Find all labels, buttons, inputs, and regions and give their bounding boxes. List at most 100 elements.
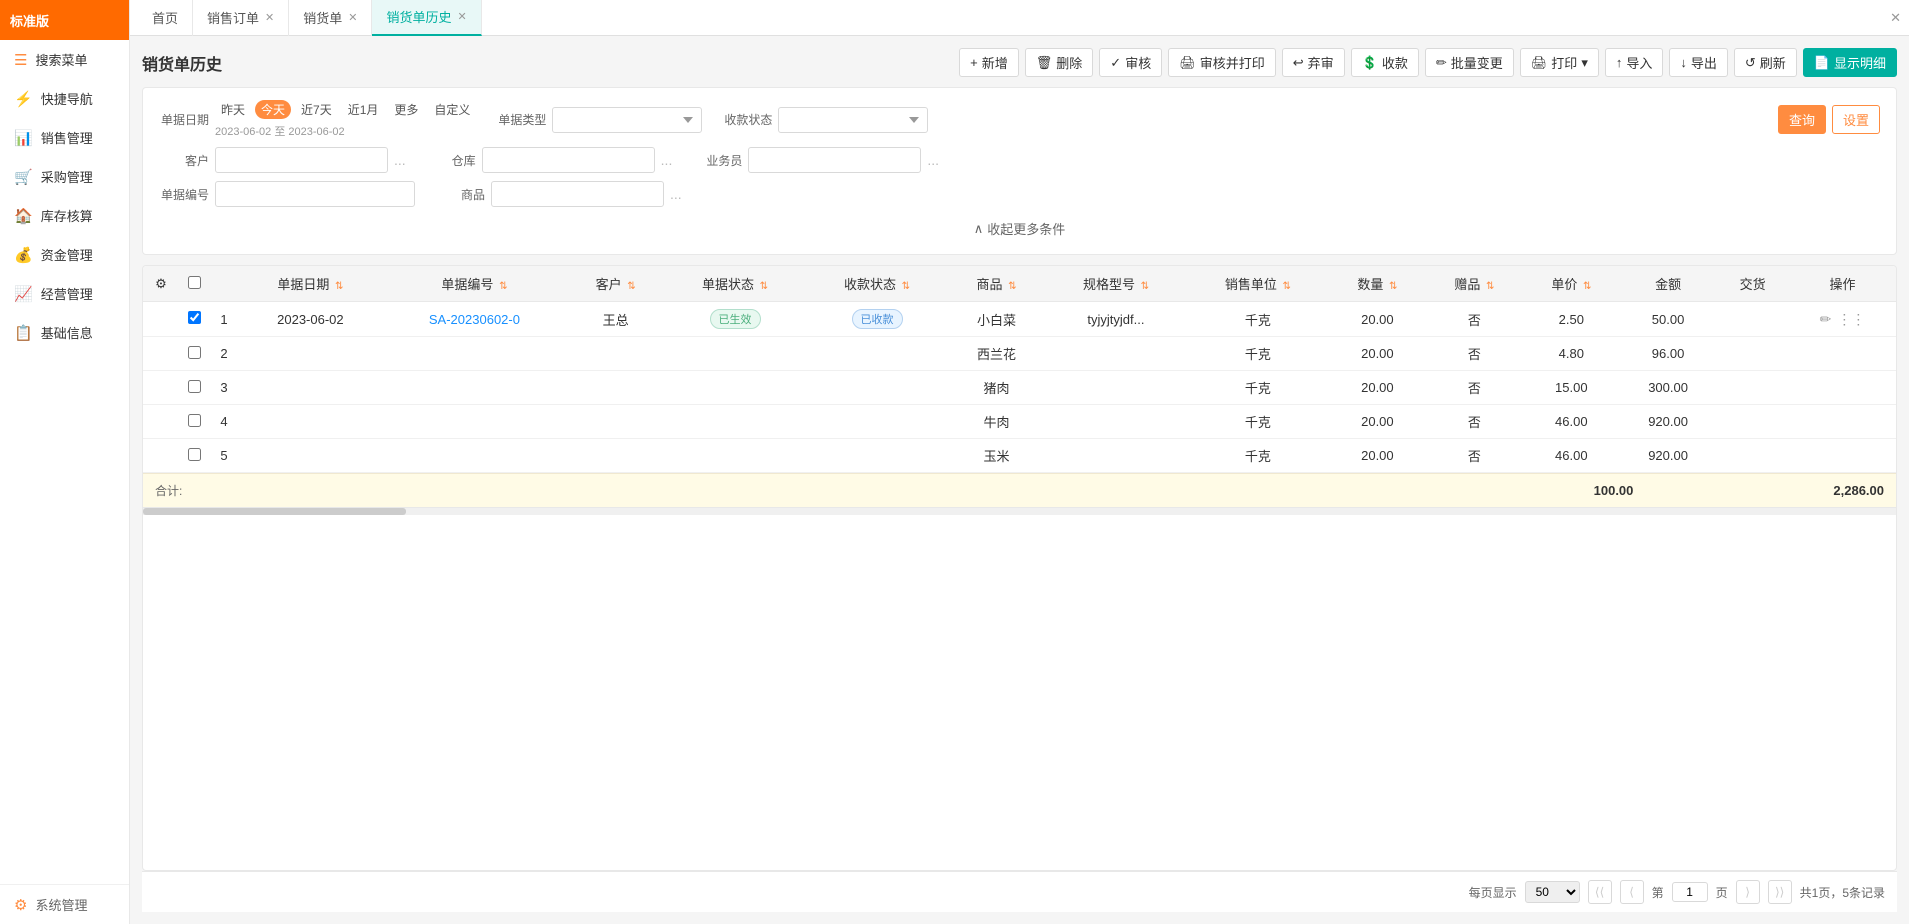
window-close-btn[interactable]: ✕ (1890, 10, 1901, 26)
row-checkbox[interactable] (179, 302, 209, 337)
page-label-prefix: 第 (1652, 884, 1664, 901)
date-tag-custom[interactable]: 自定义 (428, 100, 476, 119)
row-spec (1045, 371, 1187, 405)
sidebar-item-search-menu[interactable]: ☰ 搜索菜单 (0, 40, 129, 79)
sales-mgmt-icon: 📊 (14, 129, 33, 147)
row-sales-unit: 千克 (1187, 302, 1329, 337)
doc-no-input[interactable] (215, 181, 415, 207)
tab-bar: 首页 销售订单 ✕ 销货单 ✕ 销货单历史 ✕ ✕ (130, 0, 1909, 36)
filter-doc-no: 单据编号 (159, 181, 415, 207)
collapse-button[interactable]: ∧ 收起更多条件 (970, 215, 1070, 242)
page-size-select[interactable]: 50 100 200 (1525, 881, 1580, 903)
date-tag-today[interactable]: 今天 (255, 100, 291, 119)
row-amount: 920.00 (1620, 405, 1717, 439)
query-button[interactable]: 查询 (1778, 105, 1826, 134)
col-customer[interactable]: 客户 ⇅ (567, 266, 664, 302)
tab-sales-goods[interactable]: 销货单 ✕ (289, 0, 372, 36)
page-input[interactable] (1672, 882, 1708, 902)
sidebar-logo: 标准版 (0, 0, 129, 40)
sidebar-bottom: ⚙ 系统管理 (0, 884, 129, 924)
row-quantity: 20.00 (1329, 371, 1426, 405)
row-transaction (1716, 439, 1789, 473)
page-prev-btn[interactable]: ⟨ (1620, 880, 1644, 904)
settings-button[interactable]: 设置 (1832, 105, 1880, 134)
sidebar-item-operation[interactable]: 📈 经营管理 (0, 274, 129, 313)
row-gift: 否 (1426, 405, 1523, 439)
col-doc-date[interactable]: 单据日期 ⇅ (239, 266, 382, 302)
date-tag-1month[interactable]: 近1月 (342, 100, 385, 119)
row-checkbox[interactable] (179, 405, 209, 439)
col-doc-status[interactable]: 单据状态 ⇅ (664, 266, 806, 302)
horizontal-scrollbar[interactable] (143, 507, 1896, 515)
batch-change-button[interactable]: ✏ 批量变更 (1425, 48, 1514, 77)
col-settings[interactable]: ⚙ (143, 266, 179, 302)
print-button[interactable]: 🖨 打印 ▾ (1520, 48, 1599, 77)
row-checkbox[interactable] (179, 439, 209, 473)
row-doc-no[interactable]: SA-20230602-0 (382, 302, 567, 337)
sidebar-item-basic-info[interactable]: 📋 基础信息 (0, 313, 129, 352)
doc-no-link[interactable]: SA-20230602-0 (429, 312, 520, 327)
add-button[interactable]: + 新增 (959, 48, 1019, 77)
salesperson-more-btn[interactable]: ... (927, 152, 939, 168)
col-unit-price[interactable]: 单价 ⇅ (1523, 266, 1620, 302)
row-amount: 920.00 (1620, 439, 1717, 473)
row-unit-price: 4.80 (1523, 337, 1620, 371)
col-sales-unit[interactable]: 销售单位 ⇅ (1187, 266, 1329, 302)
customer-input[interactable] (215, 147, 388, 173)
page-first-btn[interactable]: ⟨⟨ (1588, 880, 1612, 904)
col-spec[interactable]: 规格型号 ⇅ (1045, 266, 1187, 302)
goods-input[interactable] (491, 181, 664, 207)
col-quantity[interactable]: 数量 ⇅ (1329, 266, 1426, 302)
export-button[interactable]: ↓ 导出 (1669, 48, 1728, 77)
payment-status-sort-icon: ⇅ (902, 281, 910, 292)
sidebar-item-inventory[interactable]: 🏠 库存核算 (0, 196, 129, 235)
date-tag-more[interactable]: 更多 (388, 100, 424, 119)
date-tag-yesterday[interactable]: 昨天 (215, 100, 251, 119)
sidebar-item-sys-mgmt[interactable]: ⚙ 系统管理 (0, 885, 129, 924)
salesperson-input[interactable] (748, 147, 921, 173)
col-payment-status[interactable]: 收款状态 ⇅ (806, 266, 948, 302)
tab-sales-history[interactable]: 销货单历史 ✕ (372, 0, 481, 36)
discard-button[interactable]: ↩ 弃审 (1282, 48, 1345, 77)
col-doc-no[interactable]: 单据编号 ⇅ (382, 266, 567, 302)
row-checkbox[interactable] (179, 371, 209, 405)
select-all-checkbox[interactable] (188, 276, 201, 289)
sidebar-item-finance[interactable]: 💰 资金管理 (0, 235, 129, 274)
row-quantity: 20.00 (1329, 439, 1426, 473)
row-checkbox[interactable] (179, 337, 209, 371)
filter-goods: 商品 ... (435, 181, 682, 207)
payment-status-select[interactable] (778, 107, 928, 133)
date-tag-7days[interactable]: 近7天 (295, 100, 338, 119)
col-goods[interactable]: 商品 ⇅ (948, 266, 1045, 302)
more-icon[interactable]: ⋮⋮ (1837, 311, 1865, 328)
delete-button[interactable]: 🗑 删除 (1025, 48, 1094, 77)
tab-bar-end: ✕ (1890, 10, 1901, 26)
sidebar-item-quick-nav[interactable]: ⚡ 快捷导航 (0, 79, 129, 118)
audit-print-button[interactable]: 🖨 审核并打印 (1168, 48, 1276, 77)
doc-type-select[interactable] (552, 107, 702, 133)
goods-more-btn[interactable]: ... (670, 186, 682, 202)
col-gift[interactable]: 赠品 ⇅ (1426, 266, 1523, 302)
row-operation (1789, 371, 1896, 405)
sidebar-item-purchase-mgmt[interactable]: 🛒 采购管理 (0, 157, 129, 196)
tab-home[interactable]: 首页 (138, 0, 193, 36)
tab-sales-order-close[interactable]: ✕ (265, 11, 274, 24)
tab-sales-order[interactable]: 销售订单 ✕ (193, 0, 289, 36)
page-next-btn[interactable]: ⟩ (1736, 880, 1760, 904)
tab-sales-history-close[interactable]: ✕ (458, 10, 467, 23)
sidebar-item-sales-mgmt[interactable]: 📊 销售管理 (0, 118, 129, 157)
warehouse-input[interactable] (482, 147, 655, 173)
refresh-button[interactable]: ↺ 刷新 (1734, 48, 1797, 77)
collect-button[interactable]: 💲 收款 (1351, 48, 1419, 77)
customer-more-btn[interactable]: ... (394, 152, 406, 168)
tab-sales-goods-close[interactable]: ✕ (348, 11, 357, 24)
warehouse-more-btn[interactable]: ... (661, 152, 673, 168)
edit-icon[interactable]: ✏ (1820, 311, 1832, 328)
audit-button[interactable]: ✓ 审核 (1099, 48, 1162, 77)
import-button[interactable]: ↑ 导入 (1605, 48, 1664, 77)
row-customer (567, 439, 664, 473)
scrollbar-thumb[interactable] (143, 508, 406, 515)
row-goods: 玉米 (948, 439, 1045, 473)
page-last-btn[interactable]: ⟩⟩ (1768, 880, 1792, 904)
show-details-button[interactable]: 📄 显示明细 (1803, 48, 1897, 77)
